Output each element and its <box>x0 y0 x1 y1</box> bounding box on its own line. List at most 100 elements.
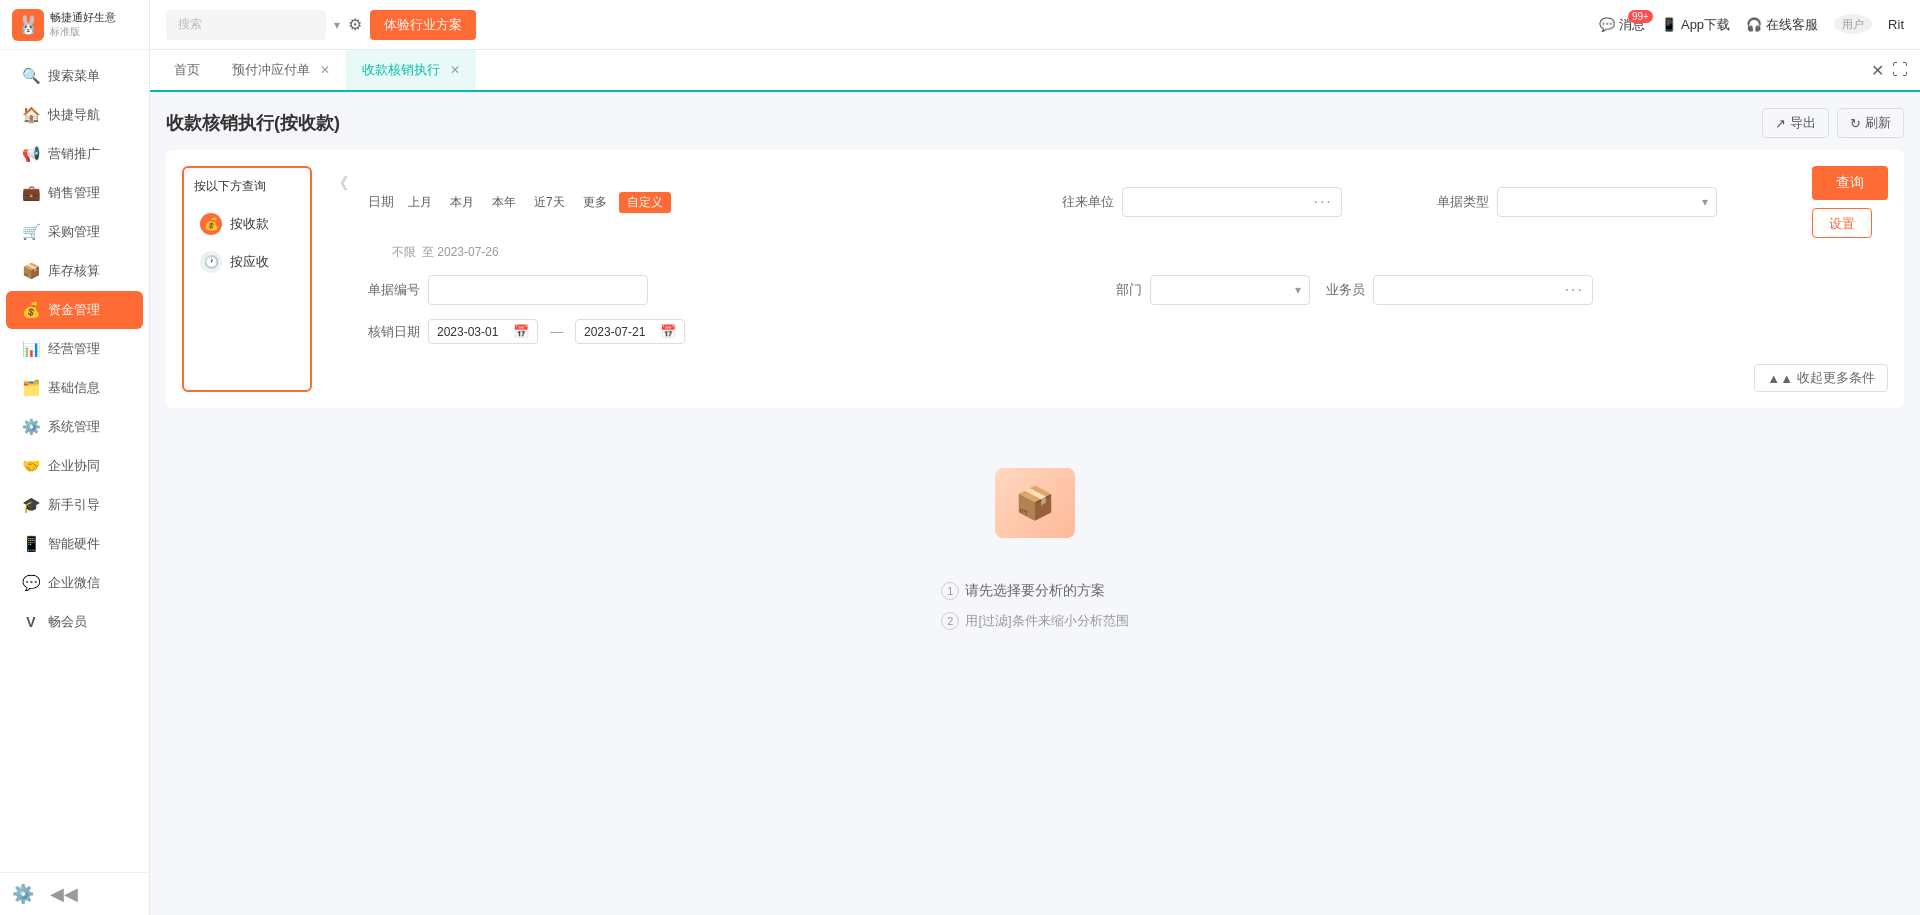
tab-prepay-close-icon[interactable]: ✕ <box>320 63 330 77</box>
collapse-conditions-label: 收起更多条件 <box>1797 369 1875 387</box>
settings-button[interactable]: 设置 <box>1812 208 1872 238</box>
tab-bar-actions: ✕ ⛶ <box>1871 50 1912 90</box>
sidebar-item-search[interactable]: 🔍 搜索菜单 <box>6 57 143 95</box>
sidebar-item-marketing[interactable]: 📢 营销推广 <box>6 135 143 173</box>
sidebar-item-system[interactable]: ⚙️ 系统管理 <box>6 408 143 446</box>
filter-panel: 按以下方查询 💰 按收款 🕐 按应收 《 日期 <box>166 150 1904 408</box>
unit-dots-icon[interactable]: ··· <box>1313 193 1332 211</box>
reconcile-end-calendar-icon[interactable]: 📅 <box>660 324 676 339</box>
bill-type-chevron-icon: ▾ <box>1702 195 1708 209</box>
wechat-icon: 💬 <box>22 574 40 592</box>
hint-2-text: 用[过滤]条件来缩小分析范围 <box>965 612 1128 630</box>
query-button[interactable]: 查询 <box>1812 166 1888 200</box>
reconcile-start-input[interactable]: 2023-03-01 📅 <box>428 319 538 344</box>
sidebar: 🐰 畅捷通好生意 标准版 🔍 搜索菜单 🏠 快捷导航 📢 营销推广 💼 销售管理… <box>0 0 150 915</box>
receipt-option-icon: 💰 <box>200 213 222 235</box>
tab-receivable-label: 收款核销执行 <box>362 61 440 79</box>
date-shortcut-group: 上月 本月 本年 近7天 更多 自定义 <box>402 192 671 213</box>
tab-receivable[interactable]: 收款核销执行 ✕ <box>346 50 476 92</box>
date-this-year[interactable]: 本年 <box>486 192 522 213</box>
online-service-button[interactable]: 🎧 在线客服 <box>1746 16 1818 34</box>
tab-home[interactable]: 首页 <box>158 50 216 92</box>
date-last-month[interactable]: 上月 <box>402 192 438 213</box>
tab-expand-button[interactable]: ⛶ <box>1892 61 1908 79</box>
sidebar-label-system: 系统管理 <box>48 418 100 436</box>
date-more[interactable]: 更多 <box>577 192 613 213</box>
sidebar-item-inventory[interactable]: 📦 库存核算 <box>6 252 143 290</box>
tab-receivable-close-icon[interactable]: ✕ <box>450 63 460 77</box>
receivable-option-icon: 🕐 <box>200 251 222 273</box>
sidebar-item-quicknav[interactable]: 🏠 快捷导航 <box>6 96 143 134</box>
bill-no-label: 单据编号 <box>368 281 420 299</box>
sidebar-item-collab[interactable]: 🤝 企业协同 <box>6 447 143 485</box>
date-label: 日期 <box>368 193 394 211</box>
date-last-7days[interactable]: 近7天 <box>528 192 571 213</box>
sidebar-label-vip: 畅会员 <box>48 613 87 631</box>
inventory-icon: 📦 <box>22 262 40 280</box>
tab-prepay[interactable]: 预付冲应付单 ✕ <box>216 50 346 92</box>
date-to-text: 至 2023-07-26 <box>422 244 499 261</box>
filter-row-3: 核销日期 2023-03-01 📅 — 2023-07-21 📅 <box>368 319 1888 344</box>
dept-select[interactable]: ▾ <box>1150 275 1310 305</box>
logo-name: 畅捷通好生意 <box>50 10 116 24</box>
collapse-sidebar-icon[interactable]: ◀◀ <box>50 883 78 905</box>
collapse-up-icon: ▲▲ <box>1767 371 1793 386</box>
collapse-conditions-button[interactable]: ▲▲ 收起更多条件 <box>1754 364 1888 392</box>
date-range-separator: — <box>546 324 567 339</box>
message-button[interactable]: 💬 消息 99+ <box>1599 16 1645 34</box>
empty-illustration: 📦 <box>985 468 1085 568</box>
refresh-button[interactable]: ↻ 刷新 <box>1837 108 1904 138</box>
sidebar-label-operations: 经营管理 <box>48 340 100 358</box>
sidebar-item-vip[interactable]: V 畅会员 <box>6 603 143 641</box>
sidebar-item-basic[interactable]: 🗂️ 基础信息 <box>6 369 143 407</box>
solution-button[interactable]: 体验行业方案 <box>370 10 476 40</box>
header-gear-icon[interactable]: ⚙ <box>348 15 362 34</box>
sidebar-item-hardware[interactable]: 📱 智能硬件 <box>6 525 143 563</box>
tab-close-all-button[interactable]: ✕ <box>1871 61 1884 80</box>
filter-option-by-receivable[interactable]: 🕐 按应收 <box>194 243 300 281</box>
user-name[interactable]: Rit <box>1888 17 1904 32</box>
header-right: 💬 消息 99+ 📱 App下载 🎧 在线客服 用户 Rit <box>1599 16 1904 34</box>
date-custom[interactable]: 自定义 <box>619 192 671 213</box>
settings-bottom-icon[interactable]: ⚙️ <box>12 883 34 905</box>
sidebar-item-operations[interactable]: 📊 经营管理 <box>6 330 143 368</box>
sidebar-item-purchase[interactable]: 🛒 采购管理 <box>6 213 143 251</box>
user-avatar[interactable]: 用户 <box>1834 17 1872 32</box>
reconcile-start-calendar-icon[interactable]: 📅 <box>513 324 529 339</box>
sidebar-item-wechat[interactable]: 💬 企业微信 <box>6 564 143 602</box>
unit-input[interactable]: ··· <box>1122 187 1342 217</box>
staff-filter-field: 业务员 ··· <box>1326 275 1762 305</box>
page-title: 收款核销执行(按收款) <box>166 111 340 135</box>
funds-icon: 💰 <box>22 301 40 319</box>
bill-type-select[interactable]: ▾ <box>1497 187 1717 217</box>
sidebar-nav: 🔍 搜索菜单 🏠 快捷导航 📢 营销推广 💼 销售管理 🛒 采购管理 📦 库存核… <box>0 50 149 872</box>
search-chevron-icon[interactable]: ▾ <box>334 18 340 32</box>
filter-option-by-receipt[interactable]: 💰 按收款 <box>194 205 300 243</box>
hardware-icon: 📱 <box>22 535 40 553</box>
top-header: 搜索 ▾ ⚙ 体验行业方案 💬 消息 99+ 📱 App下载 🎧 在线客服 用户 <box>150 0 1920 50</box>
message-badge: 99+ <box>1628 10 1653 23</box>
dept-chevron-icon: ▾ <box>1295 283 1301 297</box>
header-search-box[interactable]: 搜索 <box>166 10 326 40</box>
filter-panel-collapse-button[interactable]: 《 <box>324 170 356 199</box>
date-this-month[interactable]: 本月 <box>444 192 480 213</box>
sidebar-label-wechat: 企业微信 <box>48 574 100 592</box>
bill-type-field: 单据类型 ▾ <box>1437 187 1796 217</box>
app-download-button[interactable]: 📱 App下载 <box>1661 16 1730 34</box>
staff-dots-icon[interactable]: ··· <box>1565 281 1584 299</box>
filter-actions: 查询 设置 <box>1812 166 1888 238</box>
export-button[interactable]: ↗ 导出 <box>1762 108 1829 138</box>
sidebar-item-guide[interactable]: 🎓 新手引导 <box>6 486 143 524</box>
message-icon: 💬 <box>1599 17 1615 32</box>
reconcile-end-input[interactable]: 2023-07-21 📅 <box>575 319 685 344</box>
sidebar-item-sales[interactable]: 💼 销售管理 <box>6 174 143 212</box>
basic-icon: 🗂️ <box>22 379 40 397</box>
dept-filter-field: 部门 ▾ <box>1116 275 1310 305</box>
sidebar-item-funds[interactable]: 💰 资金管理 <box>6 291 143 329</box>
staff-input[interactable]: ··· <box>1373 275 1593 305</box>
system-icon: ⚙️ <box>22 418 40 436</box>
sidebar-label-marketing: 营销推广 <box>48 145 100 163</box>
reconcile-date-label: 核销日期 <box>368 323 420 341</box>
empty-face-icon: 📦 <box>1015 484 1055 522</box>
bill-no-input[interactable] <box>428 275 648 305</box>
